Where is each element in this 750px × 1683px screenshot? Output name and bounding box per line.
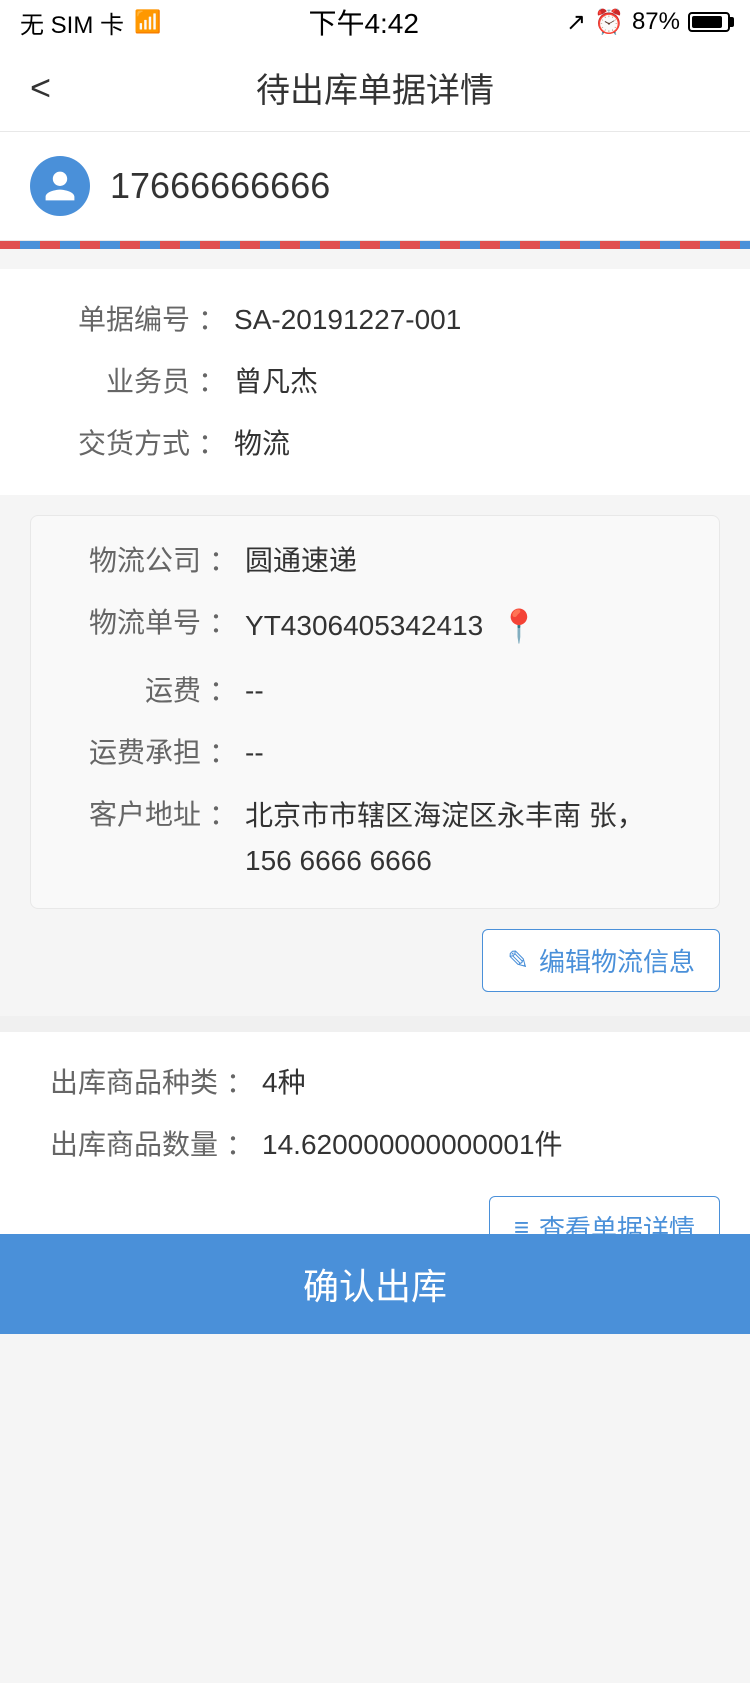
order-info-section: 单据编号 ： SA-20191227-001 业务员 ： 曾凡杰 交货方式 ： … bbox=[0, 269, 750, 495]
customer-header: 17666666666 bbox=[0, 132, 750, 241]
logistics-section: 物流公司 ： 圆通速递 物流单号 ： YT4306405342413 📍 运费 … bbox=[30, 515, 720, 909]
freight-bearer-row: 运费承担 ： -- bbox=[61, 732, 689, 774]
logistics-company-label: 物流公司 bbox=[61, 540, 201, 582]
status-left: 无 SIM 卡 📶 bbox=[20, 5, 161, 40]
freight-label: 运费 bbox=[61, 670, 201, 712]
freight-bearer-value: -- bbox=[245, 732, 689, 774]
address-value: 北京市市辖区海淀区永丰南 张，156 6666 6666 bbox=[245, 794, 689, 884]
freight-value: -- bbox=[245, 670, 689, 712]
salesperson-value: 曾凡杰 bbox=[234, 361, 700, 403]
tracking-no-value: YT4306405342413 📍 bbox=[245, 602, 689, 650]
avatar bbox=[30, 156, 90, 216]
tracking-no-row: 物流单号 ： YT4306405342413 📍 bbox=[61, 602, 689, 650]
products-section: 出库商品种类 ： 4种 出库商品数量 ： 14.620000000000001件 bbox=[0, 1032, 750, 1196]
edit-logistics-button[interactable]: ✎ 编辑物流信息 bbox=[482, 929, 720, 992]
confirm-button[interactable]: 确认出库 bbox=[0, 1234, 750, 1334]
logistics-company-row: 物流公司 ： 圆通速递 bbox=[61, 540, 689, 582]
page-title: 待出库单据详情 bbox=[256, 63, 494, 112]
address-row: 客户地址 ： 北京市市辖区海淀区永丰南 张，156 6666 6666 bbox=[61, 794, 689, 884]
salesperson-label: 业务员 bbox=[50, 361, 190, 403]
product-quantity-value: 14.620000000000001件 bbox=[262, 1124, 700, 1166]
status-time: 下午4:42 bbox=[308, 2, 419, 42]
tracking-no-label: 物流单号 bbox=[61, 602, 201, 644]
freight-row: 运费 ： -- bbox=[61, 670, 689, 712]
order-no-row: 单据编号 ： SA-20191227-001 bbox=[50, 299, 700, 341]
product-quantity-colon: ： bbox=[226, 1124, 254, 1166]
address-label: 客户地址 bbox=[61, 794, 201, 836]
delivery-method-label: 交货方式 bbox=[50, 423, 190, 465]
order-no-value: SA-20191227-001 bbox=[234, 299, 700, 341]
product-types-row: 出库商品种类 ： 4种 bbox=[50, 1062, 700, 1104]
edit-btn-label: 编辑物流信息 bbox=[539, 942, 695, 979]
edit-btn-container: ✎ 编辑物流信息 bbox=[0, 929, 750, 1016]
battery-percent: 87% bbox=[632, 8, 680, 36]
status-right: ↗ ⏰ 87% bbox=[566, 8, 730, 37]
product-types-colon: ： bbox=[226, 1062, 254, 1104]
back-button[interactable]: < bbox=[30, 67, 51, 109]
delivery-method-row: 交货方式 ： 物流 bbox=[50, 423, 700, 465]
freight-bearer-label: 运费承担 bbox=[61, 732, 201, 774]
order-no-colon: ： bbox=[198, 299, 226, 341]
order-no-label: 单据编号 bbox=[50, 299, 190, 341]
nav-bar: < 待出库单据详情 bbox=[0, 44, 750, 132]
product-types-label: 出库商品种类 bbox=[50, 1062, 218, 1104]
wifi-icon: 📶 bbox=[134, 9, 161, 35]
product-quantity-label: 出库商品数量 bbox=[50, 1124, 218, 1166]
product-types-value: 4种 bbox=[262, 1062, 700, 1104]
tracking-location-icon[interactable]: 📍 bbox=[499, 602, 539, 650]
alarm-icon: ⏰ bbox=[594, 8, 624, 37]
location-icon: ↗ bbox=[566, 8, 586, 37]
user-icon bbox=[42, 168, 78, 204]
status-bar: 无 SIM 卡 📶 下午4:42 ↗ ⏰ 87% bbox=[0, 0, 750, 44]
customer-phone: 17666666666 bbox=[110, 165, 330, 207]
salesperson-colon: ： bbox=[198, 361, 226, 403]
logistics-company-value: 圆通速递 bbox=[245, 540, 689, 582]
edit-icon: ✎ bbox=[507, 945, 529, 976]
battery-icon bbox=[688, 12, 730, 32]
salesperson-row: 业务员 ： 曾凡杰 bbox=[50, 361, 700, 403]
section-divider bbox=[0, 1016, 750, 1032]
delivery-method-colon: ： bbox=[198, 423, 226, 465]
dashed-separator bbox=[0, 241, 750, 249]
delivery-method-value: 物流 bbox=[234, 423, 700, 465]
carrier-label: 无 SIM 卡 bbox=[20, 5, 124, 40]
confirm-btn-label: 确认出库 bbox=[303, 1258, 447, 1310]
product-quantity-row: 出库商品数量 ： 14.620000000000001件 bbox=[50, 1124, 700, 1166]
